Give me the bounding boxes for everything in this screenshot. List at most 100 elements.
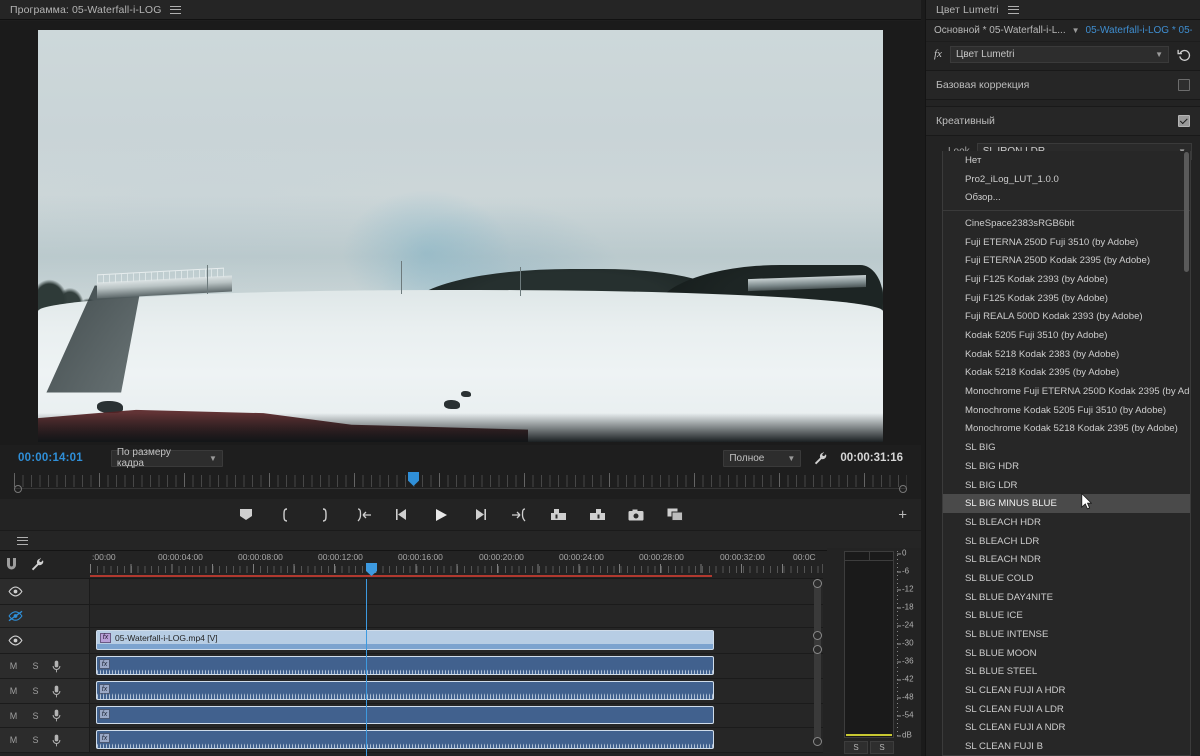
lumetri-panel-menu-icon[interactable] xyxy=(1008,6,1019,14)
track-body-audio-4[interactable]: fx xyxy=(90,728,823,752)
tab-program-monitor[interactable]: Программа: 05-Waterfall-i-LOG xyxy=(10,4,161,16)
playback-resolution-select[interactable]: Полное ▼ xyxy=(723,450,801,467)
look-option-highlighted[interactable]: SL BIG MINUS BLUE xyxy=(943,494,1190,513)
timeline-track-row[interactable]: M S fx xyxy=(0,704,823,728)
add-marker-button[interactable] xyxy=(238,506,255,523)
clip-selector[interactable]: 05-Waterfall-i-LOG * 05-W... xyxy=(1086,25,1192,36)
track-height-handle[interactable] xyxy=(813,631,822,640)
look-option[interactable]: Fuji ETERNA 250D Fuji 3510 (by Adobe) xyxy=(943,233,1190,252)
monitor-viewport[interactable] xyxy=(0,21,921,445)
look-option[interactable]: SL BIG xyxy=(943,438,1190,457)
look-option[interactable]: Pro2_iLog_LUT_1.0.0 xyxy=(943,170,1190,189)
mark-out-button[interactable] xyxy=(316,506,333,523)
look-option[interactable]: SL BLUE INTENSE xyxy=(943,625,1190,644)
audio-clip[interactable]: fx xyxy=(96,730,714,749)
lift-button[interactable] xyxy=(550,506,567,523)
comparison-view-button[interactable] xyxy=(667,506,684,523)
wrench-icon[interactable] xyxy=(813,451,828,466)
mute-button[interactable]: M xyxy=(8,711,19,721)
microphone-icon[interactable] xyxy=(52,734,61,747)
meter-solo-left-button[interactable]: S xyxy=(844,741,868,754)
wrench-icon[interactable] xyxy=(30,557,45,572)
look-option[interactable]: SL BLEACH HDR xyxy=(943,513,1190,532)
step-forward-button[interactable] xyxy=(472,506,489,523)
scrub-in-handle[interactable] xyxy=(14,485,22,493)
program-panel-menu-icon[interactable] xyxy=(170,6,181,14)
look-option[interactable]: SL BLEACH LDR xyxy=(943,532,1190,551)
look-option[interactable]: SL CLEAN FUJI A LDR xyxy=(943,700,1190,719)
microphone-icon[interactable] xyxy=(52,660,61,673)
audio-clip[interactable]: fx xyxy=(96,706,714,724)
magnet-icon[interactable] xyxy=(5,557,18,572)
basic-correction-checkbox[interactable] xyxy=(1178,79,1190,91)
look-option[interactable]: SL BLUE STEEL xyxy=(943,663,1190,682)
master-clip-selector[interactable]: Основной * 05-Waterfall-i-L... xyxy=(934,25,1066,36)
section-basic-correction[interactable]: Базовая коррекция xyxy=(926,70,1200,100)
audio-clip[interactable]: fx xyxy=(96,681,714,700)
creative-checkbox[interactable] xyxy=(1178,115,1190,127)
track-body-video-3[interactable] xyxy=(90,579,823,604)
look-option[interactable]: CineSpace2383sRGB6bit xyxy=(943,214,1190,233)
section-creative[interactable]: Креативный xyxy=(926,106,1200,136)
play-stop-button[interactable] xyxy=(433,506,450,523)
eye-hidden-icon[interactable] xyxy=(8,610,23,622)
microphone-icon[interactable] xyxy=(52,709,61,722)
microphone-icon[interactable] xyxy=(52,685,61,698)
go-to-in-button[interactable] xyxy=(355,506,372,523)
look-option[interactable]: Fuji ETERNA 250D Kodak 2395 (by Adobe) xyxy=(943,251,1190,270)
go-to-out-button[interactable] xyxy=(511,506,528,523)
track-body-video-1[interactable]: fx 05-Waterfall-i-LOG.mp4 [V] xyxy=(90,628,823,653)
timeline-playhead[interactable] xyxy=(366,579,367,756)
timeline-track-row[interactable] xyxy=(0,579,823,605)
chevron-down-icon[interactable]: ▼ xyxy=(1072,26,1080,35)
solo-button[interactable]: S xyxy=(30,735,41,745)
audio-meter-bars[interactable] xyxy=(844,551,894,738)
camera-icon[interactable] xyxy=(628,506,645,523)
timeline-panel-menu-icon[interactable] xyxy=(17,537,28,545)
mark-in-button[interactable] xyxy=(277,506,294,523)
solo-button[interactable]: S xyxy=(30,711,41,721)
track-height-handle[interactable] xyxy=(813,645,822,654)
look-option[interactable]: SL CLEAN FUJI A HDR xyxy=(943,681,1190,700)
effect-select[interactable]: Цвет Lumetri ▼ xyxy=(950,46,1169,63)
timeline-vertical-scrollbar[interactable] xyxy=(813,579,822,746)
look-option[interactable]: Нет xyxy=(943,151,1190,170)
eye-icon[interactable] xyxy=(8,586,23,597)
eye-icon[interactable] xyxy=(8,635,23,646)
tab-lumetri-color[interactable]: Цвет Lumetri xyxy=(936,4,999,16)
scrub-out-handle[interactable] xyxy=(899,485,907,493)
current-timecode[interactable]: 00:00:14:01 xyxy=(18,452,83,464)
mute-button[interactable]: M xyxy=(8,735,19,745)
timeline-ruler[interactable]: :00:00 00:00:04:00 00:00:08:00 00:00:12:… xyxy=(90,551,823,579)
look-option[interactable]: SL BLUE DAY4NITE xyxy=(943,588,1190,607)
track-body-audio-3[interactable]: fx xyxy=(90,704,823,727)
look-option[interactable]: SL BLEACH NDR xyxy=(943,550,1190,569)
look-option[interactable]: SL BIG LDR xyxy=(943,476,1190,495)
look-option[interactable]: Monochrome Kodak 5205 Fuji 3510 (by Adob… xyxy=(943,401,1190,420)
track-body-audio-1[interactable]: fx xyxy=(90,654,823,678)
look-option[interactable]: SL BLUE MOON xyxy=(943,644,1190,663)
timeline-track-row[interactable]: fx 05-Waterfall-i-LOG.mp4 [V] xyxy=(0,628,823,654)
track-height-handle[interactable] xyxy=(813,737,822,746)
solo-button[interactable]: S xyxy=(30,661,41,671)
look-list-scrollbar[interactable] xyxy=(1184,152,1189,272)
timeline-track-row[interactable]: M S fx xyxy=(0,654,823,679)
look-option[interactable]: Обзор... xyxy=(943,188,1190,207)
fit-scale-select[interactable]: По размеру кадра ▼ xyxy=(111,450,223,467)
look-option[interactable]: SL BIG HDR xyxy=(943,457,1190,476)
mute-button[interactable]: M xyxy=(8,686,19,696)
mute-button[interactable]: M xyxy=(8,661,19,671)
look-option[interactable]: Kodak 5205 Fuji 3510 (by Adobe) xyxy=(943,326,1190,345)
monitor-scrub-bar[interactable] xyxy=(0,471,921,499)
track-body-audio-2[interactable]: fx xyxy=(90,679,823,703)
look-option[interactable]: SL CLEAN FUJI B xyxy=(943,737,1190,756)
solo-button[interactable]: S xyxy=(30,686,41,696)
duration-timecode[interactable]: 00:00:31:16 xyxy=(840,452,903,464)
scrollbar-thumb[interactable] xyxy=(814,579,821,746)
look-option[interactable]: SL BLUE COLD xyxy=(943,569,1190,588)
timeline-track-row[interactable]: M S fx xyxy=(0,679,823,704)
work-area-bar[interactable] xyxy=(90,575,712,577)
extract-button[interactable] xyxy=(589,506,606,523)
step-back-button[interactable] xyxy=(394,506,411,523)
track-body-video-2[interactable] xyxy=(90,605,823,627)
